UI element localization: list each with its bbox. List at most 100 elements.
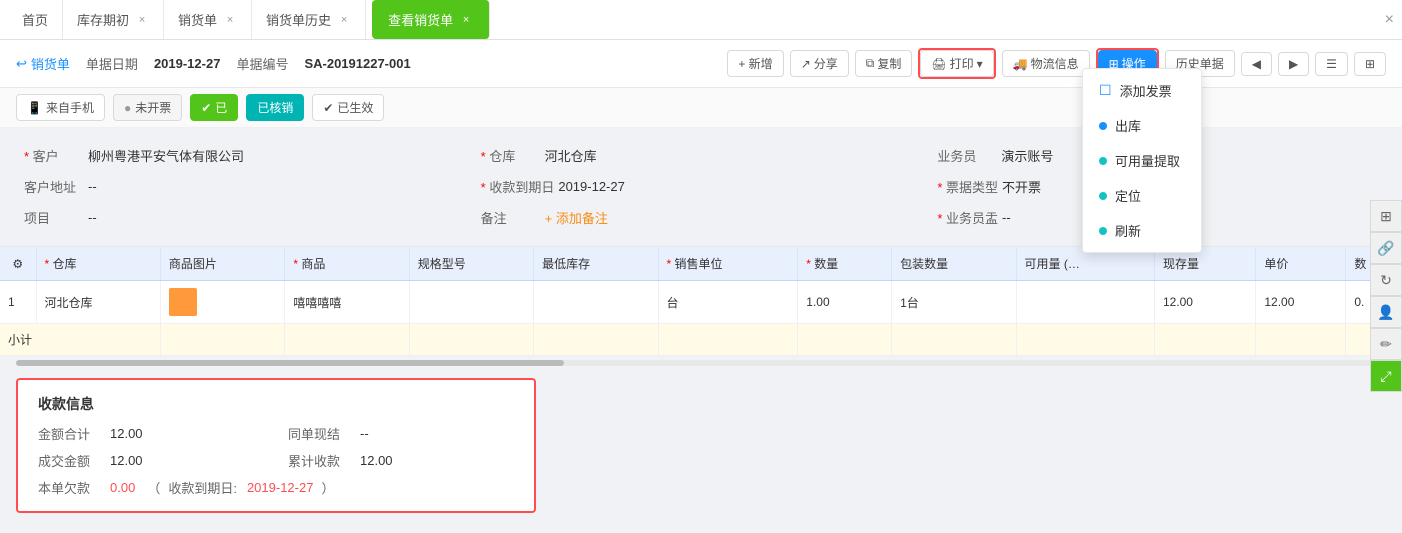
col-pack-qty: 包装数量	[892, 247, 1016, 281]
locate-dot-icon	[1099, 192, 1107, 200]
tab-sales-history[interactable]: 销货单历史 ×	[252, 0, 366, 39]
arrears-row: 本单欠款 0.00 （ 收款到期日: 2019-12-27 ）	[38, 478, 514, 497]
payment-date-label: 收款到期日	[481, 177, 555, 196]
col-image: 商品图片	[160, 247, 284, 281]
row-current-stock: 12.00	[1154, 281, 1255, 324]
doc-meta: 单据日期 2019-12-27 单据编号 SA-20191227-001	[86, 54, 411, 73]
side-icon-expand[interactable]: ⤢	[1370, 360, 1402, 392]
salesperson2-label: 业务员盂	[937, 208, 998, 227]
payment-date-value: 2019-12-27	[558, 179, 625, 194]
tab-view-sales[interactable]: 查看销货单 ×	[372, 0, 490, 39]
arrears-label: 本单欠款	[38, 478, 102, 497]
arrears-due-value: 2019-12-27	[247, 480, 314, 495]
sold-button[interactable]: 已核销	[246, 94, 304, 121]
grid-view-button[interactable]: ⊞	[1354, 52, 1386, 76]
side-icon-3[interactable]: ↻	[1370, 264, 1402, 296]
doc-type-label: 销货单	[31, 54, 70, 73]
subtotal-row: 小计	[0, 324, 1402, 356]
tab-sales[interactable]: 销货单 ×	[164, 0, 252, 39]
row-price: 12.00	[1256, 281, 1346, 324]
salesperson-label: 业务员	[937, 146, 997, 165]
row-available	[1016, 281, 1154, 324]
side-icon-1[interactable]: ⊞	[1370, 200, 1402, 232]
dropdown-locate[interactable]: 定位	[1083, 178, 1201, 213]
warehouse-value: 河北仓库	[545, 146, 597, 165]
logistics-icon: 🚚	[1013, 57, 1028, 71]
row-warehouse: 河北仓库	[36, 281, 160, 324]
add-note-btn[interactable]: + 添加备注	[545, 208, 608, 227]
project-row: 项目 --	[16, 202, 473, 233]
tab-sales-history-close[interactable]: ×	[337, 13, 351, 27]
side-icon-5[interactable]: ✏	[1370, 328, 1402, 360]
refresh-dot-icon	[1099, 227, 1107, 235]
same-order-label: 同单现结	[288, 424, 352, 443]
address-row: 客户地址 --	[16, 171, 473, 202]
col-qty: 数量	[798, 247, 892, 281]
effective-button[interactable]: ✔ 已生效	[312, 94, 384, 121]
cumulative-value: 12.00	[360, 453, 393, 468]
col-unit: 销售单位	[658, 247, 798, 281]
tab-bar: 首页 库存期初 × 销货单 × 销货单历史 × 查看销货单 × ×	[0, 0, 1402, 40]
tab-inventory-init-close[interactable]: ×	[135, 13, 149, 27]
note-label: 备注	[481, 208, 541, 227]
side-icon-2[interactable]: 🔗	[1370, 232, 1402, 264]
side-icon-4[interactable]: 👤	[1370, 296, 1402, 328]
share-button[interactable]: ↗ 分享	[790, 50, 849, 77]
new-button[interactable]: + 新增	[727, 50, 783, 77]
col-min-stock: 最低库存	[534, 247, 658, 281]
prev-button[interactable]: ◀	[1241, 52, 1272, 76]
same-order-value: --	[360, 426, 369, 441]
check-icon: ✔	[201, 101, 211, 115]
arrears-value: 0.00	[110, 480, 135, 495]
customer-label: 客户	[24, 146, 84, 165]
payment-title: 收款信息	[38, 394, 514, 414]
col-spec: 规格型号	[409, 247, 533, 281]
row-image	[160, 281, 284, 324]
check-button[interactable]: ✔ 已	[190, 94, 238, 121]
row-product: 嘻嘻嘻嘻	[285, 281, 409, 324]
doc-type: ↩ 销货单	[16, 54, 70, 73]
outbound-dot-icon	[1099, 122, 1107, 130]
date-label: 单据日期	[86, 54, 138, 73]
cumulative-row: 累计收款 12.00	[288, 451, 514, 470]
subtotal-label: 小计	[0, 324, 160, 356]
customer-row: 客户 柳州粤港平安气体有限公司	[16, 140, 473, 171]
dropdown-outbound[interactable]: 出库	[1083, 108, 1201, 143]
copy-button[interactable]: ⧉ 复制	[855, 50, 913, 77]
payment-box: 收款信息 金额合计 12.00 同单现结 -- 成交金额 12.00 累计收款 …	[16, 378, 536, 513]
tab-bar-close-icon[interactable]: ×	[1385, 11, 1394, 29]
print-button[interactable]: 🖨 打印 ▾	[920, 50, 993, 77]
dropdown-available-extract[interactable]: 可用量提取	[1083, 143, 1201, 178]
product-image	[169, 288, 197, 316]
phone-icon: 📱	[27, 101, 42, 115]
list-view-button[interactable]: ☰	[1315, 52, 1348, 76]
date-value: 2019-12-27	[154, 56, 221, 71]
ticket-type-value: 不开票	[1002, 177, 1041, 196]
dropdown-menu: ☐ 添加发票 出库 可用量提取 定位 刷新	[1082, 68, 1202, 253]
dropdown-refresh[interactable]: 刷新	[1083, 213, 1201, 248]
deal-amount-label: 成交金额	[38, 451, 102, 470]
product-table: ⚙ 仓库 商品图片 商品 规格型号 最低库存 销售单位 数量 包装数量 可用量 …	[0, 247, 1402, 356]
doc-type-icon: ↩	[16, 56, 27, 72]
logistics-button[interactable]: 🚚 物流信息	[1002, 50, 1090, 77]
col-gear: ⚙	[0, 247, 36, 281]
next-button[interactable]: ▶	[1278, 52, 1309, 76]
arrears-due-label: 收款到期日:	[168, 478, 237, 497]
cumulative-label: 累计收款	[288, 451, 352, 470]
share-icon: ↗	[801, 57, 811, 71]
deal-amount-value: 12.00	[110, 453, 143, 468]
tab-inventory-init[interactable]: 库存期初 ×	[63, 0, 164, 39]
deal-amount-row: 成交金额 12.00	[38, 451, 264, 470]
dot-icon: ●	[124, 101, 131, 115]
tab-sales-close[interactable]: ×	[223, 13, 237, 27]
phone-button[interactable]: 📱 来自手机	[16, 94, 105, 121]
col-price: 单价	[1256, 247, 1346, 281]
not-open-button[interactable]: ● 未开票	[113, 94, 182, 121]
same-order-row: 同单现结 --	[288, 424, 514, 443]
tab-home[interactable]: 首页	[8, 0, 63, 39]
effective-icon: ✔	[323, 101, 333, 115]
right-side-icons: ⊞ 🔗 ↻ 👤 ✏ ⤢	[1370, 200, 1402, 392]
tab-view-sales-close[interactable]: ×	[459, 13, 473, 27]
row-pack-qty: 1台	[892, 281, 1016, 324]
dropdown-add-invoice[interactable]: ☐ 添加发票	[1083, 73, 1201, 108]
